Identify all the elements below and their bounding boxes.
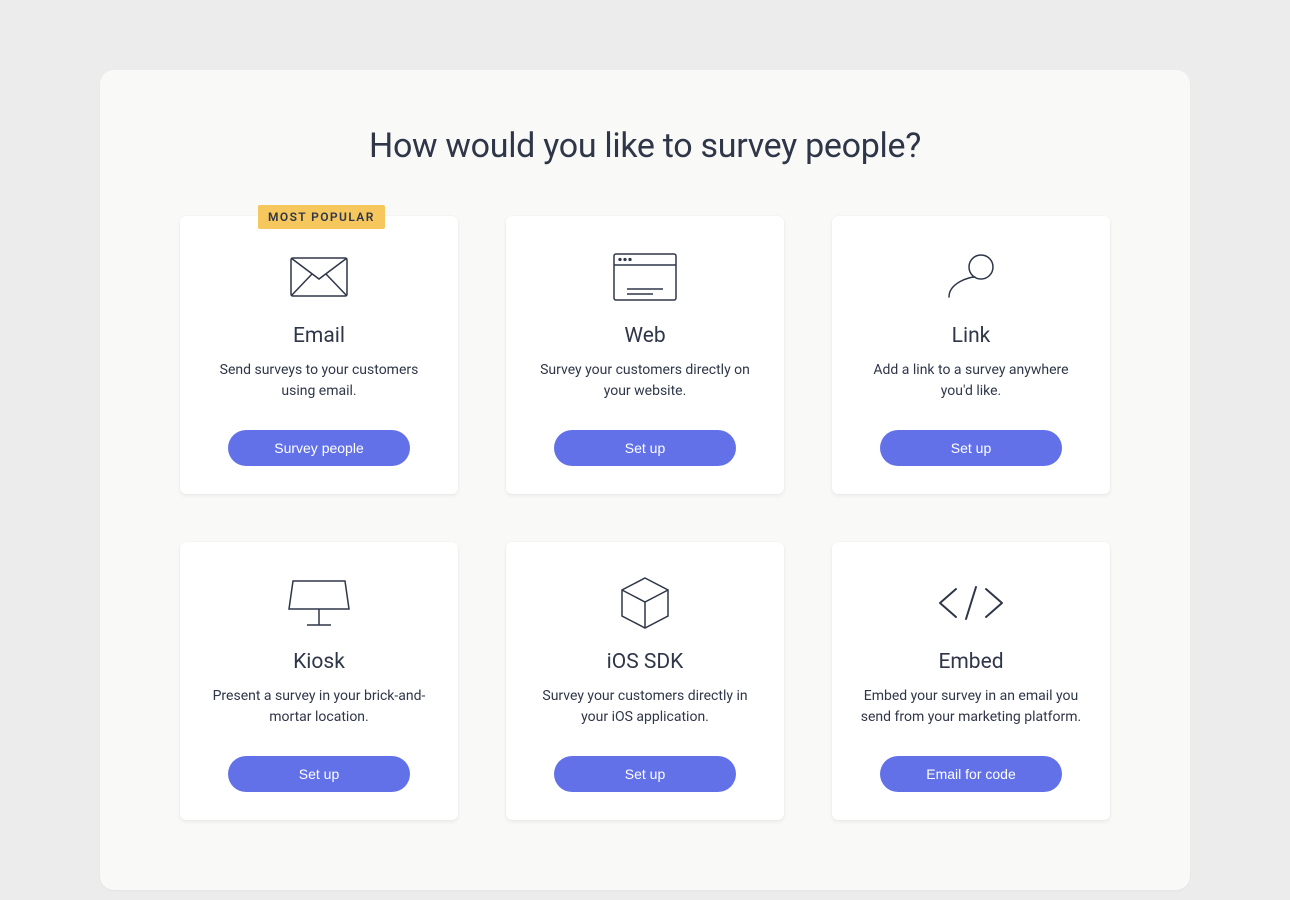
card-ios-wrap: iOS SDK Survey your customers directly i…	[506, 542, 784, 820]
card-ios[interactable]: iOS SDK Survey your customers directly i…	[506, 542, 784, 820]
cube-icon	[620, 578, 670, 628]
card-link[interactable]: Link Add a link to a survey anywhere you…	[832, 216, 1110, 494]
set-up-button[interactable]: Set up	[554, 756, 736, 792]
card-desc: Add a link to a survey anywhere you'd li…	[856, 360, 1086, 402]
card-desc: Survey your customers directly in your i…	[530, 686, 760, 728]
card-title: iOS SDK	[607, 650, 684, 674]
card-web-wrap: Web Survey your customers directly on yo…	[506, 216, 784, 494]
card-kiosk[interactable]: Kiosk Present a survey in your brick-and…	[180, 542, 458, 820]
survey-method-panel: How would you like to survey people? MOS…	[100, 70, 1190, 890]
card-link-wrap: Link Add a link to a survey anywhere you…	[832, 216, 1110, 494]
page-title: How would you like to survey people?	[180, 126, 1110, 166]
link-icon	[945, 252, 997, 302]
card-kiosk-wrap: Kiosk Present a survey in your brick-and…	[180, 542, 458, 820]
card-title: Kiosk	[293, 650, 345, 674]
kiosk-icon	[287, 578, 351, 628]
card-title: Web	[624, 324, 665, 348]
card-desc: Send surveys to your customers using ema…	[204, 360, 434, 402]
most-popular-badge: MOST POPULAR	[258, 205, 385, 229]
card-web[interactable]: Web Survey your customers directly on yo…	[506, 216, 784, 494]
survey-people-button[interactable]: Survey people	[228, 430, 410, 466]
set-up-button[interactable]: Set up	[880, 430, 1062, 466]
code-icon	[936, 578, 1006, 628]
card-title: Link	[952, 324, 991, 348]
email-icon	[290, 252, 348, 302]
card-title: Email	[293, 324, 345, 348]
email-for-code-button[interactable]: Email for code	[880, 756, 1062, 792]
card-desc: Embed your survey in an email you send f…	[856, 686, 1086, 728]
card-email-wrap: MOST POPULAR Email Send surveys to your …	[180, 216, 458, 494]
set-up-button[interactable]: Set up	[554, 430, 736, 466]
card-embed[interactable]: Embed Embed your survey in an email you …	[832, 542, 1110, 820]
set-up-button[interactable]: Set up	[228, 756, 410, 792]
web-icon	[613, 252, 677, 302]
card-desc: Survey your customers directly on your w…	[530, 360, 760, 402]
card-desc: Present a survey in your brick-and-morta…	[204, 686, 434, 728]
card-email[interactable]: Email Send surveys to your customers usi…	[180, 216, 458, 494]
card-title: Embed	[938, 650, 1003, 674]
card-grid: MOST POPULAR Email Send surveys to your …	[180, 216, 1110, 820]
card-embed-wrap: Embed Embed your survey in an email you …	[832, 542, 1110, 820]
